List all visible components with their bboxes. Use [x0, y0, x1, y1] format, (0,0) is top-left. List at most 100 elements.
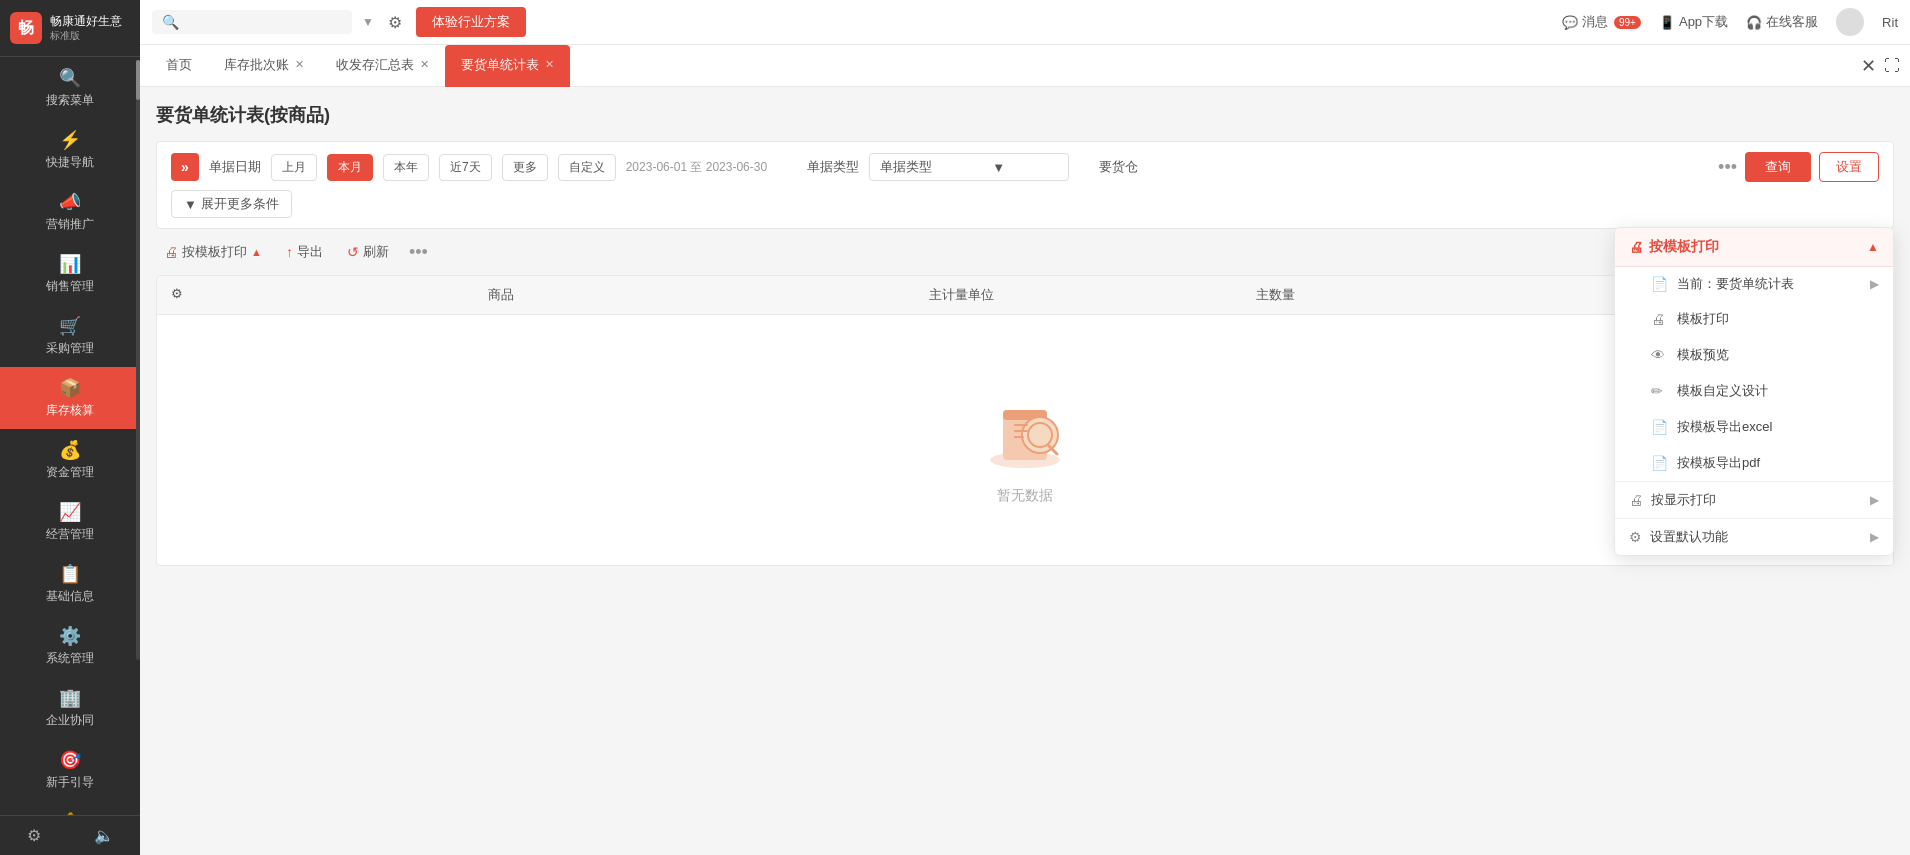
topbar-chevron-icon[interactable]: ▼ — [362, 15, 374, 29]
avatar[interactable] — [1836, 8, 1864, 36]
search-icon: 🔍 — [59, 67, 81, 89]
main-content: 🔍 ▼ ⚙ 体验行业方案 💬 消息 99+ 📱 App下载 🎧 在线客服 Rit — [140, 0, 1910, 855]
sidebar-item-search[interactable]: 🔍 搜索菜单 — [0, 57, 140, 119]
speaker-bottom-icon[interactable]: 🔈 — [94, 826, 114, 845]
username: Rit — [1882, 15, 1898, 30]
display-print-label: 按显示打印 — [1651, 491, 1716, 509]
dropdown-item-export-excel[interactable]: 📄 按模板导出excel — [1615, 409, 1893, 445]
tab-receipt-summary[interactable]: 收发存汇总表 ✕ — [320, 45, 445, 87]
export-excel-icon: 📄 — [1651, 419, 1669, 435]
type-select[interactable]: 单据类型 ▼ — [869, 153, 1069, 181]
th-product: 商品 — [197, 286, 805, 304]
online-service-label: 在线客服 — [1766, 13, 1818, 31]
sidebar-item-sales[interactable]: 📊 销售管理 — [0, 243, 140, 305]
print-template-dropdown: 🖨 按模板打印 ▲ 📄 当前：要货单统计表 ▶ 🖨 模板打印 👁 模板预览 — [1614, 227, 1894, 556]
date-btn-custom[interactable]: 自定义 — [558, 154, 616, 181]
refresh-btn[interactable]: ↺ 刷新 — [339, 239, 397, 265]
expand-tabs-icon[interactable]: ⛶ — [1884, 57, 1900, 75]
sidebar-item-label: 快捷导航 — [46, 154, 94, 171]
search-input[interactable] — [185, 15, 325, 30]
sidebar-item-operation[interactable]: 📈 经营管理 — [0, 491, 140, 553]
date-btn-last-7days[interactable]: 近7天 — [439, 154, 492, 181]
print-chevron-up-icon: ▲ — [251, 246, 262, 258]
dropdown-item-template-print[interactable]: 🖨 模板打印 — [1615, 301, 1893, 337]
dropdown-close-btn[interactable]: ▲ — [1867, 240, 1879, 254]
message-btn[interactable]: 💬 消息 99+ — [1562, 13, 1641, 31]
finance-icon: 💰 — [59, 439, 81, 461]
tab-order-stats-close[interactable]: ✕ — [545, 58, 554, 71]
topbar-search-box[interactable]: 🔍 — [152, 10, 352, 34]
expand-more-btn[interactable]: ▼ 展开更多条件 — [171, 190, 292, 218]
sidebar-item-enterprise[interactable]: 🏢 企业协同 — [0, 677, 140, 739]
tab-receipt-summary-close[interactable]: ✕ — [420, 58, 429, 71]
current-template-row[interactable]: 📄 当前：要货单统计表 ▶ — [1615, 267, 1893, 301]
print-template-label: 按模板打印 — [182, 243, 247, 261]
type-filter-label: 单据类型 — [807, 158, 859, 176]
sidebar-logo: 畅 畅康通好生意 标准版 — [0, 0, 140, 57]
th-settings[interactable]: ⚙ — [157, 286, 197, 304]
tab-inventory-batch-close[interactable]: ✕ — [295, 58, 304, 71]
close-all-tabs-icon[interactable]: ✕ — [1861, 55, 1876, 77]
more-options-icon[interactable]: ••• — [1718, 157, 1737, 178]
app-name: 畅康通好生意 — [50, 13, 122, 30]
sidebar-item-system[interactable]: ⚙️ 系统管理 — [0, 615, 140, 677]
app-download-icon: 📱 — [1659, 15, 1675, 30]
sidebar-item-label: 采购管理 — [46, 340, 94, 357]
sidebar-item-app-center[interactable]: 🔔 应用中心 — [0, 801, 140, 815]
filter-expand-btn[interactable]: » — [171, 153, 199, 181]
message-label: 消息 — [1582, 13, 1608, 31]
sidebar-item-marketing[interactable]: 📣 营销推广 — [0, 181, 140, 243]
date-btn-last-month[interactable]: 上月 — [271, 154, 317, 181]
query-btn[interactable]: 查询 — [1745, 152, 1811, 182]
sidebar-scroll: 🔍 搜索菜单 ⚡ 快捷导航 📣 营销推广 📊 销售管理 🛒 采购管理 📦 库存核… — [0, 57, 140, 815]
filter-row-1: » 单据日期 上月 本月 本年 近7天 更多 自定义 2023-06-01 至 … — [171, 152, 1879, 182]
dropdown-item-template-custom[interactable]: ✏ 模板自定义设计 — [1615, 373, 1893, 409]
sidebar-item-quick-nav[interactable]: ⚡ 快捷导航 — [0, 119, 140, 181]
empty-illustration — [975, 375, 1075, 475]
date-range-display: 2023-06-01 至 2023-06-30 — [626, 159, 767, 176]
date-btn-current-month[interactable]: 本月 — [327, 154, 373, 181]
dropdown-header: 🖨 按模板打印 ▲ — [1615, 228, 1893, 267]
date-btn-current-year[interactable]: 本年 — [383, 154, 429, 181]
tab-order-stats[interactable]: 要货单统计表 ✕ — [445, 45, 570, 87]
tab-home[interactable]: 首页 — [150, 45, 208, 87]
tab-controls: ✕ ⛶ — [1861, 55, 1900, 77]
tab-inventory-batch[interactable]: 库存批次账 ✕ — [208, 45, 320, 87]
sidebar-item-label: 营销推广 — [46, 216, 94, 233]
app-download-btn[interactable]: 📱 App下载 — [1659, 13, 1728, 31]
refresh-icon: ↺ — [347, 244, 359, 260]
system-icon: ⚙️ — [59, 625, 81, 647]
export-label: 导出 — [297, 243, 323, 261]
template-preview-label: 模板预览 — [1677, 346, 1729, 364]
dropdown-item-template-preview[interactable]: 👁 模板预览 — [1615, 337, 1893, 373]
empty-text: 暂无数据 — [997, 487, 1053, 505]
tab-inventory-batch-label: 库存批次账 — [224, 56, 289, 74]
sidebar-item-basic-info[interactable]: 📋 基础信息 — [0, 553, 140, 615]
online-service-btn[interactable]: 🎧 在线客服 — [1746, 13, 1818, 31]
sidebar-item-purchase[interactable]: 🛒 采购管理 — [0, 305, 140, 367]
display-print-chevron: ▶ — [1870, 493, 1879, 507]
goods-filter-label: 要货仓 — [1099, 158, 1138, 176]
marketing-icon: 📣 — [59, 191, 81, 213]
settings-btn[interactable]: 设置 — [1819, 152, 1879, 182]
trial-btn[interactable]: 体验行业方案 — [416, 7, 526, 37]
dropdown-title-text: 按模板打印 — [1649, 238, 1719, 256]
current-template-icon: 📄 — [1651, 276, 1669, 292]
dropdown-display-print-btn[interactable]: 🖨 按显示打印 ▶ — [1615, 482, 1893, 518]
toolbar-more-icon[interactable]: ••• — [409, 242, 428, 263]
dropdown-set-default-btn[interactable]: ⚙ 设置默认功能 ▶ — [1615, 519, 1893, 555]
export-btn[interactable]: ↑ 导出 — [278, 239, 331, 265]
sidebar-item-finance[interactable]: 💰 资金管理 — [0, 429, 140, 491]
set-default-icon: ⚙ — [1629, 529, 1642, 545]
th-unit: 主计量单位 — [805, 286, 1119, 304]
sidebar-item-guide[interactable]: 🎯 新手引导 — [0, 739, 140, 801]
filter-row-2: ▼ 展开更多条件 — [171, 190, 1879, 218]
topbar-gear-icon[interactable]: ⚙ — [388, 13, 402, 32]
dropdown-item-export-pdf[interactable]: 📄 按模板导出pdf — [1615, 445, 1893, 481]
print-template-btn[interactable]: 🖨 按模板打印 ▲ — [156, 239, 270, 265]
date-btn-more[interactable]: 更多 — [502, 154, 548, 181]
sidebar-item-inventory[interactable]: 📦 库存核算 — [0, 367, 140, 429]
settings-bottom-icon[interactable]: ⚙ — [27, 826, 41, 845]
sidebar-item-label: 经营管理 — [46, 526, 94, 543]
sidebar-item-label: 系统管理 — [46, 650, 94, 667]
